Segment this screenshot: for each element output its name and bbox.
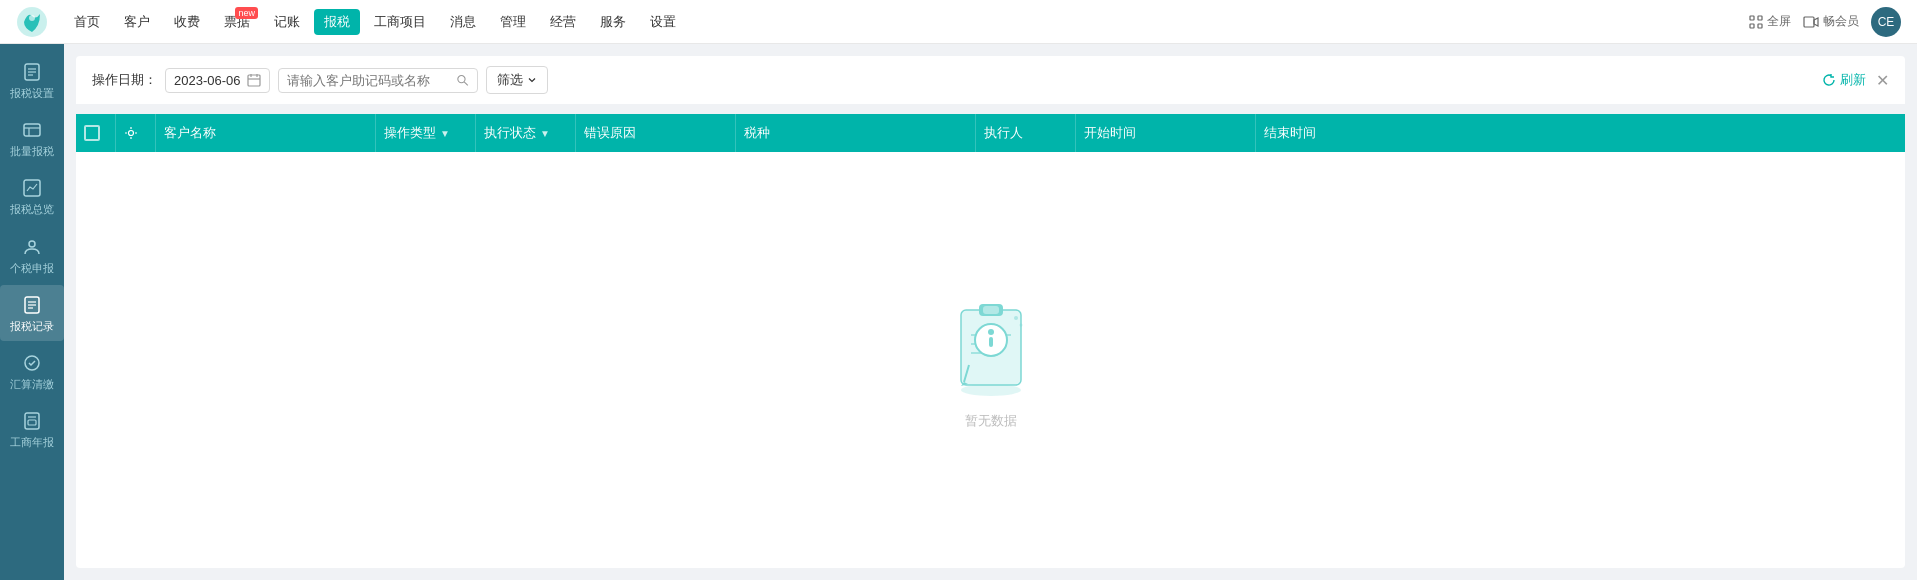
- date-label: 操作日期：: [92, 71, 157, 89]
- member-button[interactable]: 畅会员: [1803, 13, 1859, 30]
- batch-tax-icon: [20, 118, 44, 142]
- search-box: [278, 68, 478, 93]
- svg-point-15: [29, 241, 35, 247]
- tax-overview-icon: [20, 176, 44, 200]
- refresh-button[interactable]: 刷新: [1822, 71, 1866, 89]
- svg-point-44: [1019, 324, 1022, 327]
- th-settings[interactable]: [116, 114, 156, 152]
- th-executor: 执行人: [976, 114, 1076, 152]
- svg-rect-3: [1758, 16, 1762, 20]
- th-tax-type: 税种: [736, 114, 976, 152]
- top-nav-right: 全屏 畅会员 CE: [1749, 7, 1901, 37]
- nav-item-service[interactable]: 服务: [590, 9, 636, 35]
- sort-icon[interactable]: ▼: [440, 128, 450, 139]
- select-all-checkbox[interactable]: [84, 125, 100, 141]
- svg-rect-23: [28, 420, 36, 425]
- svg-rect-21: [25, 413, 39, 429]
- table-container: 客户名称 操作类型 ▼ 执行状态 ▼ 错误原因 税种 执行人: [76, 114, 1905, 568]
- nav-item-fee[interactable]: 收费: [164, 9, 210, 35]
- nav-item-business[interactable]: 工商项目: [364, 9, 436, 35]
- svg-rect-34: [983, 306, 999, 314]
- table-body: 暂无数据: [76, 152, 1905, 568]
- search-input[interactable]: [287, 73, 452, 88]
- tax-record-icon: [20, 293, 44, 317]
- svg-point-31: [961, 384, 1021, 396]
- nav-item-settings[interactable]: 设置: [640, 9, 686, 35]
- search-icon[interactable]: [456, 73, 469, 87]
- th-end-time: 结束时间: [1256, 114, 1416, 152]
- th-checkbox[interactable]: [76, 114, 116, 152]
- chevron-down-icon: [527, 75, 537, 85]
- refresh-icon: [1822, 73, 1836, 87]
- th-operation-type: 操作类型 ▼: [376, 114, 476, 152]
- svg-point-43: [1014, 316, 1018, 320]
- annual-report-icon: [20, 409, 44, 433]
- main-layout: 报税设置 批量报税 报税总览: [0, 44, 1917, 580]
- nav-item-invoice[interactable]: 票据 new: [214, 9, 260, 35]
- filter-button[interactable]: 筛选: [486, 66, 548, 94]
- personal-tax-icon: [20, 235, 44, 259]
- th-customer-name: 客户名称: [156, 114, 376, 152]
- sidebar-item-batch-tax[interactable]: 批量报税: [0, 110, 64, 166]
- th-exec-status: 执行状态 ▼: [476, 114, 576, 152]
- fullscreen-icon: [1749, 15, 1763, 29]
- sidebar-item-tax-overview[interactable]: 报税总览: [0, 168, 64, 224]
- svg-rect-2: [1750, 16, 1754, 20]
- sidebar-item-tax-settings[interactable]: 报税设置: [0, 52, 64, 108]
- svg-rect-40: [989, 337, 993, 347]
- nav-item-customer[interactable]: 客户: [114, 9, 160, 35]
- sidebar-item-annual-report[interactable]: 工商年报: [0, 401, 64, 457]
- nav-item-operation[interactable]: 经营: [540, 9, 586, 35]
- nav-item-message[interactable]: 消息: [440, 9, 486, 35]
- svg-point-30: [129, 131, 134, 136]
- svg-line-29: [464, 82, 468, 86]
- th-start-time: 开始时间: [1076, 114, 1256, 152]
- svg-point-1: [29, 15, 35, 21]
- toolbar: 操作日期： 2023-06-06 筛选: [76, 56, 1905, 104]
- empty-illustration: [941, 290, 1041, 400]
- svg-rect-5: [1758, 24, 1762, 28]
- nav-item-bookkeeping[interactable]: 记账: [264, 9, 310, 35]
- sidebar-item-tax-record[interactable]: 报税记录: [0, 285, 64, 341]
- tax-settings-icon: [20, 60, 44, 84]
- settlement-icon: [20, 351, 44, 375]
- toolbar-right: 刷新 ✕: [1822, 71, 1889, 90]
- nav-item-home[interactable]: 首页: [64, 9, 110, 35]
- nav-item-tax[interactable]: 报税: [314, 9, 360, 35]
- user-avatar[interactable]: CE: [1871, 7, 1901, 37]
- svg-point-28: [458, 75, 465, 82]
- sidebar: 报税设置 批量报税 报税总览: [0, 44, 64, 580]
- svg-rect-6: [1804, 17, 1814, 27]
- svg-rect-11: [24, 124, 40, 136]
- nav-item-manage[interactable]: 管理: [490, 9, 536, 35]
- top-navigation: 首页 客户 收费 票据 new 记账 报税 工商项目 消息 管理 经营 服务 设…: [0, 0, 1917, 44]
- empty-state: 暂无数据: [941, 290, 1041, 430]
- fullscreen-button[interactable]: 全屏: [1749, 13, 1791, 30]
- table-header: 客户名称 操作类型 ▼ 执行状态 ▼ 错误原因 税种 执行人: [76, 114, 1905, 152]
- svg-rect-4: [1750, 24, 1754, 28]
- sort-icon-exec[interactable]: ▼: [540, 128, 550, 139]
- date-picker[interactable]: 2023-06-06: [165, 68, 270, 93]
- calendar-icon: [247, 73, 261, 87]
- th-error-reason: 错误原因: [576, 114, 736, 152]
- content-area: 操作日期： 2023-06-06 筛选: [64, 44, 1917, 580]
- video-icon: [1803, 14, 1819, 30]
- svg-rect-24: [248, 75, 260, 86]
- close-button[interactable]: ✕: [1876, 71, 1889, 90]
- new-badge: new: [235, 7, 258, 20]
- column-settings-icon: [124, 126, 138, 140]
- sidebar-item-settlement[interactable]: 汇算清缴: [0, 343, 64, 399]
- svg-point-39: [988, 329, 994, 335]
- empty-text: 暂无数据: [965, 412, 1017, 430]
- sidebar-item-personal-tax[interactable]: 个税申报: [0, 227, 64, 283]
- app-logo[interactable]: [16, 6, 48, 38]
